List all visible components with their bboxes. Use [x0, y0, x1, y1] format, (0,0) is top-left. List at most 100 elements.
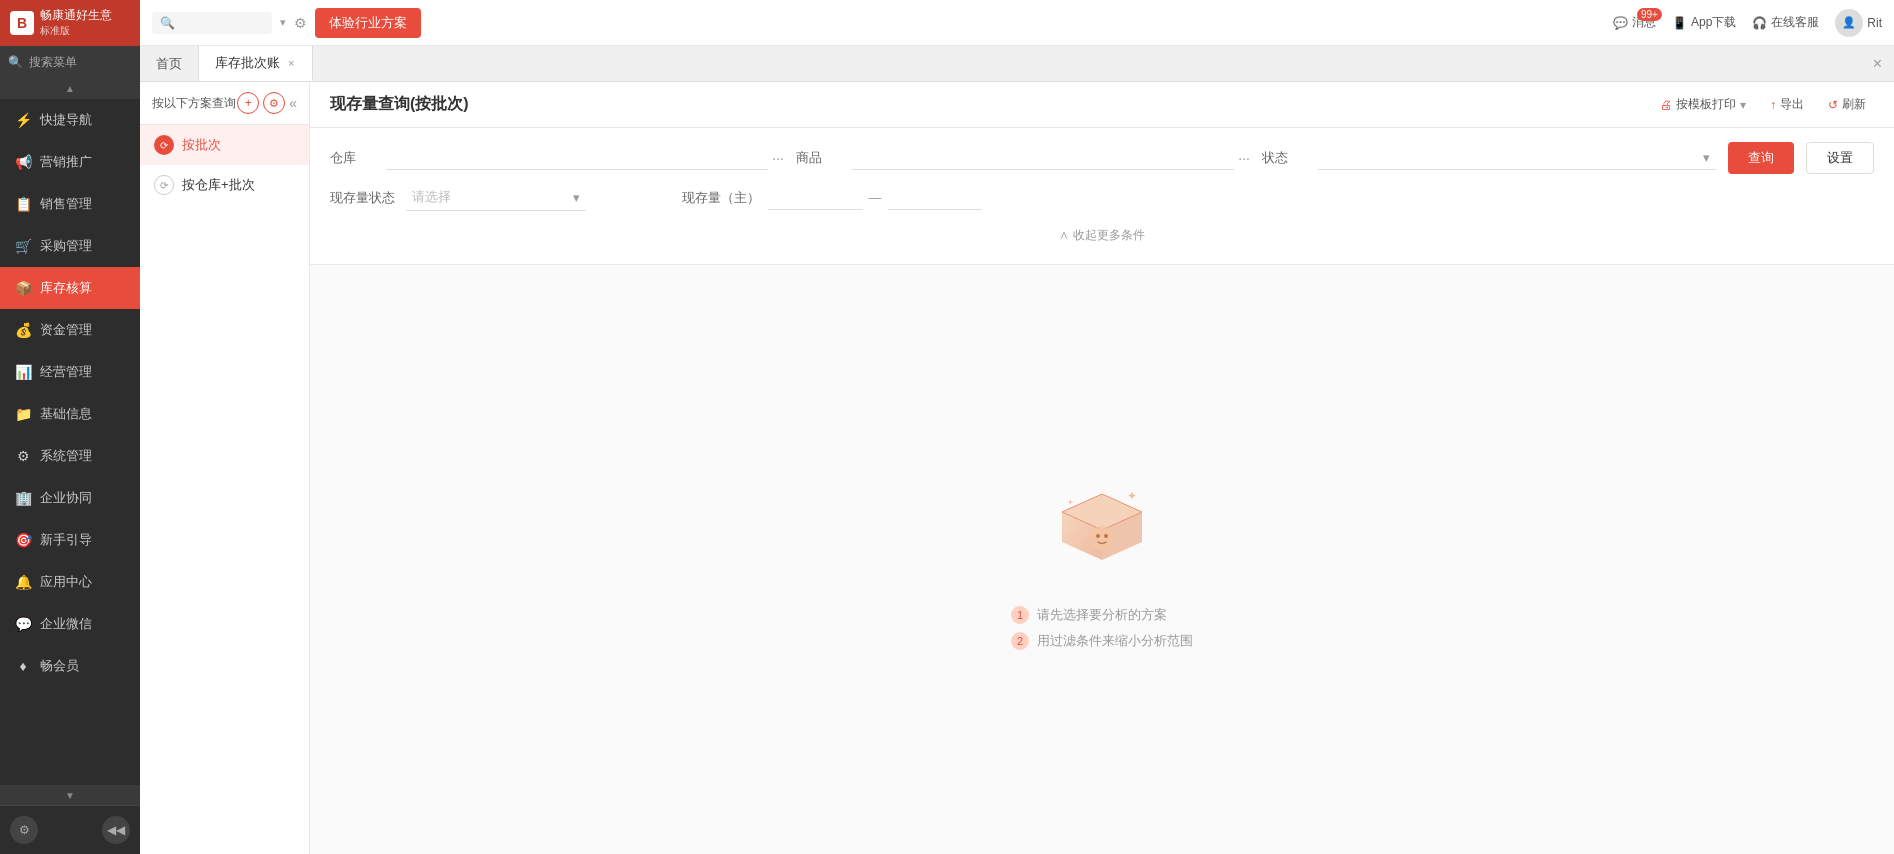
sidebar-item-finance[interactable]: 💰 资金管理: [0, 309, 140, 351]
page-header-actions: 🖨 按模板打印 ▾ ↑ 导出 ↺ 刷新: [1652, 92, 1874, 117]
product-dots[interactable]: ···: [1238, 150, 1250, 166]
sidebar-item-label: 基础信息: [40, 405, 92, 423]
tab-home[interactable]: 首页: [140, 46, 199, 81]
sidebar-item-label: 系统管理: [40, 447, 92, 465]
dropdown-chevron-icon[interactable]: ▾: [280, 16, 286, 29]
add-scheme-btn[interactable]: +: [237, 92, 259, 114]
sidebar-item-label: 库存核算: [40, 279, 92, 297]
sidebar-search[interactable]: 🔍 搜索菜单: [0, 46, 140, 79]
online-service-label: 在线客服: [1771, 14, 1819, 31]
stock-qty-max-input[interactable]: [888, 186, 983, 210]
product-label: 商品: [796, 149, 846, 167]
page-title: 现存量查询(按批次): [330, 94, 469, 115]
app-download-btn[interactable]: 📱 App下载: [1672, 14, 1736, 31]
scheme-settings-btn[interactable]: ⚙: [263, 92, 285, 114]
scheme-by-batch-label: 按批次: [182, 136, 221, 154]
sidebar-item-sales[interactable]: 📋 销售管理: [0, 183, 140, 225]
sidebar-item-quick-nav[interactable]: ⚡ 快捷导航: [0, 99, 140, 141]
export-label: 导出: [1780, 96, 1804, 113]
app-version: 标准版: [40, 24, 112, 38]
trial-btn[interactable]: 体验行业方案: [315, 8, 421, 38]
empty-illustration: ✦ ✦ ✦: [1042, 470, 1162, 590]
tab-batch-ledger[interactable]: 库存批次账 ×: [199, 46, 313, 81]
tab-batch-ledger-label: 库存批次账: [215, 54, 280, 72]
svg-text:✦: ✦: [1067, 498, 1074, 507]
stock-status-dropdown-icon: ▾: [573, 190, 580, 205]
svg-text:✦: ✦: [1132, 513, 1139, 522]
status-select[interactable]: ▾: [1318, 146, 1716, 170]
sidebar-item-guide[interactable]: 🎯 新手引导: [0, 519, 140, 561]
user-profile-btn[interactable]: 👤 Rit: [1835, 9, 1882, 37]
sidebar-item-operation[interactable]: 📊 经营管理: [0, 351, 140, 393]
stock-status-placeholder: 请选择: [412, 188, 451, 206]
stock-status-select[interactable]: 请选择 ▾: [406, 184, 586, 211]
gear-icon[interactable]: ⚙: [294, 15, 307, 31]
refresh-icon: ↺: [1828, 98, 1838, 112]
left-panel-actions: + ⚙ «: [237, 92, 297, 114]
warehouse-input[interactable]: [386, 146, 768, 170]
filter-row-1: 仓库 ··· 商品 ··· 状态 ▾: [330, 142, 1874, 174]
topbar-search-box[interactable]: 🔍: [152, 12, 272, 34]
sales-icon: 📋: [14, 195, 32, 213]
scheme-by-warehouse-batch-icon: ⟳: [154, 175, 174, 195]
svg-point-4: [1090, 526, 1114, 550]
sidebar-item-enterprise[interactable]: 🏢 企业协同: [0, 477, 140, 519]
warehouse-dots[interactable]: ···: [772, 150, 784, 166]
product-filter: 商品 ···: [796, 146, 1250, 170]
svg-point-5: [1096, 534, 1100, 538]
messages-btn[interactable]: 💬 消息 99+: [1613, 14, 1656, 31]
status-dropdown-icon: ▾: [1703, 150, 1710, 165]
settings-btn[interactable]: 设置: [1806, 142, 1874, 174]
settings-btn[interactable]: ⚙: [10, 816, 38, 844]
collapse-panel-btn[interactable]: «: [289, 95, 297, 111]
collapse-more-btn[interactable]: ∧ 收起更多条件: [330, 221, 1874, 250]
sidebar-item-basic[interactable]: 📁 基础信息: [0, 393, 140, 435]
sidebar-item-label: 企业微信: [40, 615, 92, 633]
app-logo: B: [10, 11, 34, 35]
sidebar-item-wechat[interactable]: 💬 企业微信: [0, 603, 140, 645]
filter-area: 仓库 ··· 商品 ··· 状态 ▾: [310, 128, 1894, 265]
online-service-btn[interactable]: 🎧 在线客服: [1752, 14, 1819, 31]
page-header: 现存量查询(按批次) 🖨 按模板打印 ▾ ↑ 导出 ↺ 刷新: [310, 82, 1894, 128]
tab-close-icon[interactable]: ×: [286, 55, 296, 71]
product-input[interactable]: [852, 146, 1234, 170]
message-icon: 💬: [1613, 16, 1628, 30]
sidebar-item-purchase[interactable]: 🛒 采购管理: [0, 225, 140, 267]
sidebar-item-member[interactable]: ♦ 畅会员: [0, 645, 140, 687]
filter-row-2: 现存量状态 请选择 ▾ 现存量（主） —: [330, 184, 1874, 211]
query-btn[interactable]: 查询: [1728, 142, 1794, 174]
close-all-tabs-btn[interactable]: ×: [1861, 55, 1894, 73]
print-dropdown-icon[interactable]: ▾: [1740, 98, 1746, 112]
stock-qty-min-input[interactable]: [768, 186, 863, 210]
inventory-icon: 📦: [14, 279, 32, 297]
guide-icon: 🎯: [14, 531, 32, 549]
scroll-up-btn[interactable]: ▲: [0, 79, 140, 99]
user-name: Rit: [1867, 16, 1882, 30]
print-btn[interactable]: 🖨 按模板打印 ▾: [1652, 92, 1754, 117]
export-btn[interactable]: ↑ 导出: [1762, 92, 1812, 117]
topbar-actions: 💬 消息 99+ 📱 App下载 🎧 在线客服 👤 Rit: [1613, 9, 1882, 37]
sidebar-item-inventory[interactable]: 📦 库存核算: [0, 267, 140, 309]
scheme-by-warehouse-batch[interactable]: ⟳ 按仓库+批次: [140, 165, 309, 205]
search-icon: 🔍: [8, 55, 23, 69]
sidebar-item-label: 企业协同: [40, 489, 92, 507]
empty-state: ✦ ✦ ✦ 1 请先选择要分析的方案 2 用过滤条件来缩小分析范围: [310, 265, 1894, 854]
collapse-sidebar-btn[interactable]: ◀◀: [102, 816, 130, 844]
empty-hint-2: 2 用过滤条件来缩小分析范围: [1011, 632, 1193, 650]
sidebar-nav: ⚡ 快捷导航 📢 营销推广 📋 销售管理 🛒 采购管理 📦 库存核算 💰 资金管…: [0, 99, 140, 785]
sidebar-item-marketing[interactable]: 📢 营销推广: [0, 141, 140, 183]
finance-icon: 💰: [14, 321, 32, 339]
scheme-by-batch[interactable]: ⟳ 按批次: [140, 125, 309, 165]
status-filter: 状态 ▾: [1262, 146, 1716, 170]
refresh-btn[interactable]: ↺ 刷新: [1820, 92, 1874, 117]
scroll-down-btn[interactable]: ▼: [0, 785, 140, 805]
hint-text-1: 请先选择要分析的方案: [1037, 606, 1167, 624]
user-avatar-initial: 👤: [1842, 16, 1856, 29]
sidebar-item-label: 畅会员: [40, 657, 79, 675]
sidebar-item-appstore[interactable]: 🔔 应用中心: [0, 561, 140, 603]
search-icon: 🔍: [160, 16, 175, 30]
gear-scheme-icon: ⚙: [269, 97, 279, 110]
stock-qty-dash: —: [863, 190, 888, 205]
sidebar-item-label: 营销推广: [40, 153, 92, 171]
sidebar-item-system[interactable]: ⚙ 系统管理: [0, 435, 140, 477]
